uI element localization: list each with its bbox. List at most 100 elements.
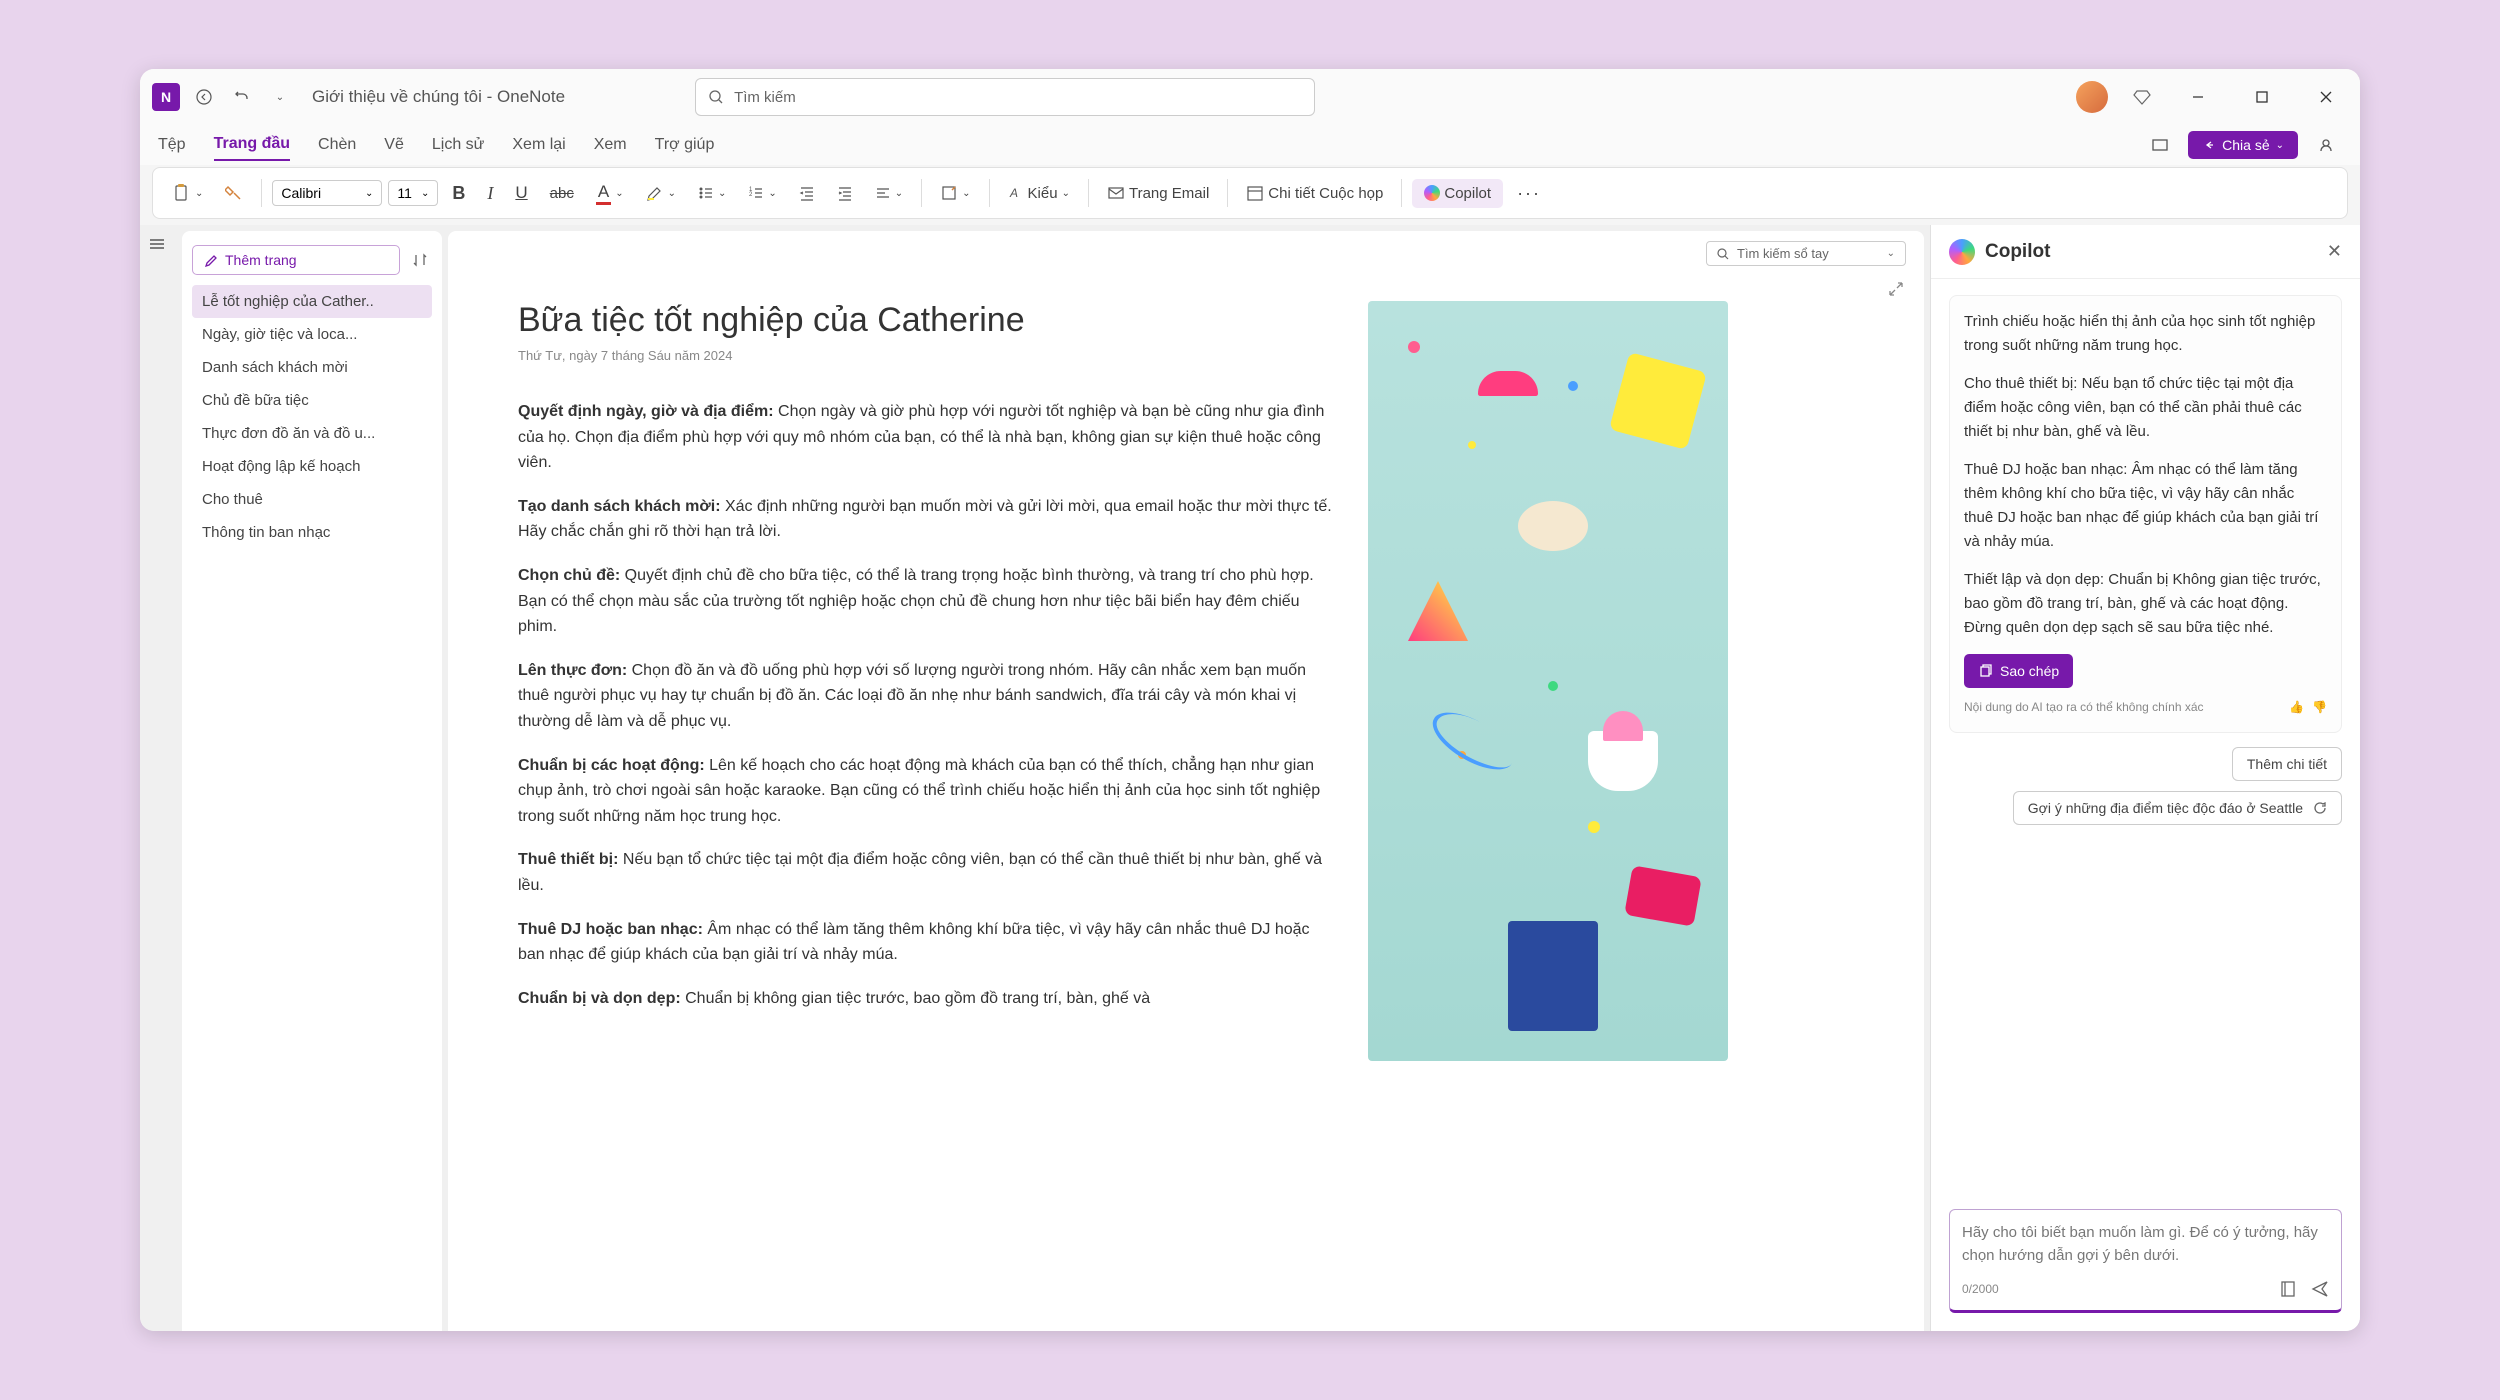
thumbs-up-button[interactable]: 👍	[2289, 698, 2304, 717]
font-color-button[interactable]: A⌄	[588, 176, 632, 211]
customize-qat-button[interactable]: ⌄	[266, 83, 294, 111]
paragraph[interactable]: Chuẩn bị và dọn dẹp: Chuẩn bị không gian…	[518, 986, 1338, 1012]
bullets-button[interactable]: ⌄	[690, 179, 734, 207]
outdent-button[interactable]	[791, 179, 823, 207]
main-content: Tìm kiếm sổ tay ⌄ Bữa tiệc tốt nghiệp củ…	[448, 231, 1924, 1331]
close-button[interactable]	[2304, 81, 2348, 113]
tab-help[interactable]: Trợ giúp	[655, 130, 715, 160]
comments-button[interactable]	[2310, 129, 2342, 161]
more-button[interactable]: ···	[1509, 177, 1549, 210]
back-button[interactable]	[190, 83, 218, 111]
party-image[interactable]	[1368, 301, 1728, 1061]
tab-draw[interactable]: Vẽ	[384, 130, 404, 160]
ribbon-tabs: Tệp Trang đầu Chèn Vẽ Lịch sử Xem lại Xe…	[140, 125, 2360, 165]
page-date: Thứ Tư, ngày 7 tháng Sáu năm 2024	[518, 348, 1338, 363]
italic-button[interactable]: I	[479, 177, 501, 210]
maximize-button[interactable]	[2240, 81, 2284, 113]
app-window: N ⌄ Giới thiệu về chúng tôi - OneNote Tì…	[140, 69, 2360, 1331]
add-page-button[interactable]: Thêm trang	[192, 245, 400, 275]
copilot-message: Trình chiếu hoặc hiển thị ảnh của học si…	[1949, 295, 2342, 733]
page-content[interactable]: Bữa tiệc tốt nghiệp của Catherine Thứ Tư…	[448, 231, 1924, 1081]
window-title: Giới thiệu về chúng tôi - OneNote	[312, 87, 565, 107]
highlight-button[interactable]: ⌄	[638, 178, 684, 208]
tag-button[interactable]: ⌄	[932, 178, 978, 208]
svg-text:A: A	[1009, 186, 1018, 200]
email-page-button[interactable]: Trang Email	[1099, 178, 1217, 208]
search-icon	[1717, 248, 1729, 260]
page-item[interactable]: Chủ đề bữa tiệc	[192, 384, 432, 417]
titlebar-right	[2076, 81, 2348, 113]
page-item[interactable]: Lễ tốt nghiệp của Cather..	[192, 285, 432, 318]
align-button[interactable]: ⌄	[867, 179, 911, 207]
notebook-ref-button[interactable]	[2279, 1280, 2297, 1298]
page-title[interactable]: Bữa tiệc tốt nghiệp của Catherine	[518, 301, 1338, 340]
format-painter-button[interactable]	[217, 178, 251, 208]
edit-icon	[205, 253, 219, 267]
suggestion-chips: Thêm chi tiết Gợi ý những địa điểm tiệc …	[1949, 747, 2342, 825]
paragraph[interactable]: Tạo danh sách khách mời: Xác định những …	[518, 494, 1338, 545]
paragraph[interactable]: Chọn chủ đề: Quyết định chủ đề cho bữa t…	[518, 563, 1338, 640]
numbering-button[interactable]: 12⌄	[740, 179, 784, 207]
paragraph[interactable]: Chuẩn bị các hoạt động: Lên kế hoạch cho…	[518, 753, 1338, 830]
tab-insert[interactable]: Chèn	[318, 130, 356, 160]
paragraph[interactable]: Lên thực đơn: Chọn đồ ăn và đồ uống phù …	[518, 658, 1338, 735]
tab-review[interactable]: Xem lại	[512, 130, 565, 160]
nav-toggle-button[interactable]	[140, 225, 176, 1331]
copilot-close-button[interactable]: ✕	[2327, 241, 2342, 262]
page-item[interactable]: Ngày, giờ tiệc và loca...	[192, 318, 432, 351]
email-icon	[1107, 184, 1125, 202]
font-family-select[interactable]: Calibri⌄	[272, 180, 382, 206]
styles-icon: A	[1008, 185, 1024, 201]
tab-home[interactable]: Trang đầu	[214, 129, 290, 161]
undo-button[interactable]	[228, 83, 256, 111]
refresh-icon	[2313, 801, 2327, 815]
page-list-panel: Thêm trang Lễ tốt nghiệp của Cather.. Ng…	[182, 231, 442, 1331]
indent-button[interactable]	[829, 179, 861, 207]
minimize-button[interactable]	[2176, 81, 2220, 113]
font-size-select[interactable]: 11⌄	[388, 180, 438, 206]
send-button[interactable]	[2311, 1280, 2329, 1298]
bold-button[interactable]: B	[444, 177, 473, 210]
copilot-title: Copilot	[1985, 241, 2050, 263]
sort-button[interactable]	[408, 248, 432, 272]
char-count: 0/2000	[1962, 1282, 1999, 1296]
copilot-input[interactable]: Hãy cho tôi biết bạn muốn làm gì. Để có …	[1949, 1209, 2342, 1313]
suggestion-chip[interactable]: Thêm chi tiết	[2232, 747, 2342, 781]
diamond-icon[interactable]	[2128, 83, 2156, 111]
thumbs-down-button[interactable]: 👎	[2312, 698, 2327, 717]
styles-button[interactable]: AKiểu⌄	[1000, 179, 1078, 208]
tab-view[interactable]: Xem	[594, 130, 627, 160]
ai-disclaimer: Nội dung do AI tạo ra có thể không chính…	[1964, 698, 2327, 717]
content-area: Thêm trang Lễ tốt nghiệp của Cather.. Ng…	[140, 225, 2360, 1331]
copilot-header: Copilot ✕	[1931, 225, 2360, 279]
copy-icon	[1978, 664, 1992, 678]
page-item[interactable]: Danh sách khách mời	[192, 351, 432, 384]
meeting-details-button[interactable]: Chi tiết Cuộc họp	[1238, 178, 1391, 208]
calendar-icon	[1246, 184, 1264, 202]
user-avatar[interactable]	[2076, 81, 2108, 113]
page-item[interactable]: Thực đơn đồ ăn và đồ u...	[192, 417, 432, 450]
copy-button[interactable]: Sao chép	[1964, 654, 2073, 688]
page-item[interactable]: Hoạt động lập kế hoạch	[192, 450, 432, 483]
search-icon	[708, 89, 724, 105]
ribbon-mode-button[interactable]	[2144, 129, 2176, 161]
underline-button[interactable]: U	[507, 177, 535, 209]
ribbon-right: Chia sẻ ⌄	[2144, 129, 2342, 161]
tab-file[interactable]: Tệp	[158, 130, 186, 160]
page-item[interactable]: Cho thuê	[192, 483, 432, 516]
tab-history[interactable]: Lịch sử	[432, 130, 485, 160]
onenote-app-icon: N	[152, 83, 180, 111]
copilot-toolbar-button[interactable]: Copilot	[1412, 179, 1503, 208]
paragraph[interactable]: Thuê thiết bị: Nếu bạn tổ chức tiệc tại …	[518, 847, 1338, 898]
share-button[interactable]: Chia sẻ ⌄	[2188, 131, 2298, 159]
paragraph[interactable]: Thuê DJ hoặc ban nhạc: Âm nhạc có thể là…	[518, 917, 1338, 968]
search-box[interactable]: Tìm kiếm	[695, 78, 1315, 116]
expand-button[interactable]	[1888, 281, 1904, 297]
copilot-icon	[1424, 185, 1440, 201]
strikethrough-button[interactable]: abc	[542, 179, 582, 208]
suggestion-chip[interactable]: Gợi ý những địa điểm tiệc độc đáo ở Seat…	[2013, 791, 2342, 825]
paragraph[interactable]: Quyết định ngày, giờ và địa điểm: Chọn n…	[518, 399, 1338, 476]
page-item[interactable]: Thông tin ban nhạc	[192, 516, 432, 549]
paste-button[interactable]: ⌄	[163, 177, 211, 209]
notebook-search-box[interactable]: Tìm kiếm sổ tay ⌄	[1706, 241, 1906, 266]
